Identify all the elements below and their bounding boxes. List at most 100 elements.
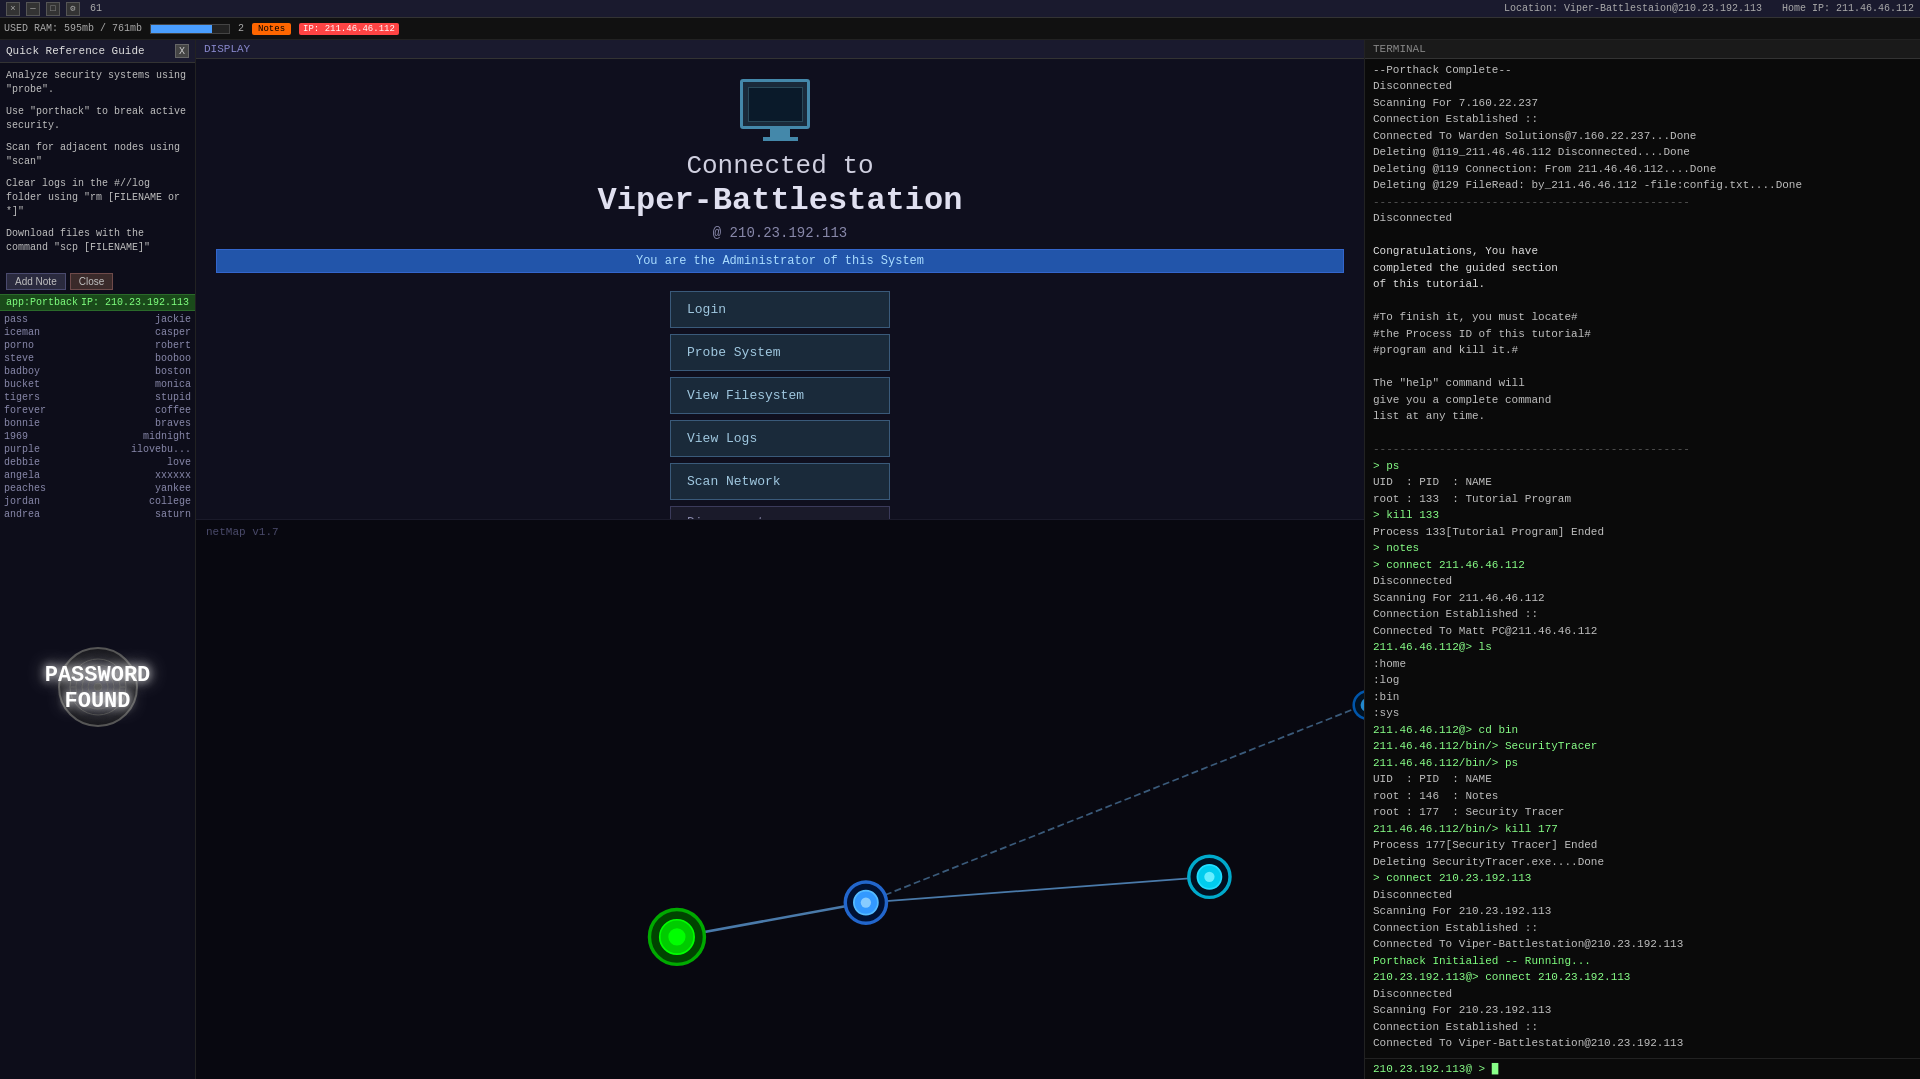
notes-badge[interactable]: Notes (252, 23, 291, 35)
admin-banner: You are the Administrator of this System (216, 249, 1344, 273)
term-line: Deleting SecurityTracer.exe....Done (1373, 854, 1912, 871)
term-line: Scanning For 7.160.22.237 (1373, 95, 1912, 112)
term-line: UID : PID : NAME (1373, 771, 1912, 788)
term-line: > connect 211.46.46.112 (1373, 557, 1912, 574)
terminal-prompt: 210.23.192.113@ > █ (1373, 1063, 1498, 1075)
terminal-header: TERMINAL (1365, 40, 1920, 59)
term-line: :home (1373, 656, 1912, 673)
tip-1: Analyze security systems using "probe". (6, 69, 189, 97)
term-line: > connect 210.23.192.113 (1373, 870, 1912, 887)
password-row: peachesyankee (4, 482, 191, 495)
tip-4: Clear logs in the #//log folder using "r… (6, 177, 189, 219)
password-row: angelaxxxxxx (4, 469, 191, 482)
password-row: stevebooboo (4, 352, 191, 365)
left-panel: Quick Reference Guide X Analyze security… (0, 40, 196, 1079)
tip-5: Download files with the command "scp [FI… (6, 227, 189, 255)
svg-point-4 (94, 683, 102, 691)
terminal-input-row: 210.23.192.113@ > █ (1365, 1058, 1920, 1079)
tip-2: Use "porthack" to break active security. (6, 105, 189, 133)
view-filesystem-btn[interactable]: View Filesystem (670, 377, 890, 414)
term-line: #program and kill it.# (1373, 342, 1912, 359)
rambar: USED RAM: 595mb / 761mb 2 Notes IP: 211.… (0, 18, 1920, 40)
term-line: root : 146 : Notes (1373, 788, 1912, 805)
login-btn[interactable]: Login (670, 291, 890, 328)
password-row: 1969midnight (4, 430, 191, 443)
connected-ip: @ 210.23.192.113 (713, 225, 847, 241)
term-line: Connected To Viper-Battlestation@210.23.… (1373, 936, 1912, 953)
term-line: Disconnected (1373, 986, 1912, 1003)
term-line: Congratulations, You have (1373, 243, 1912, 260)
term-line: root : 133 : Tutorial Program (1373, 491, 1912, 508)
terminal-output[interactable]: Note: the wildcard "*" indicates 'All'. … (1365, 59, 1920, 1058)
main-layout: Quick Reference Guide X Analyze security… (0, 40, 1920, 1079)
fingerprint-icon (58, 647, 138, 727)
term-line: UID : PID : NAME (1373, 474, 1912, 491)
ip-badge: IP: 211.46.46.112 (299, 23, 399, 35)
close-btn[interactable]: × (6, 2, 20, 16)
term-line: > kill 133 (1373, 507, 1912, 524)
term-line: Connected To Viper-Battlestation@210.23.… (1373, 1035, 1912, 1052)
cursor: █ (1492, 1063, 1499, 1075)
scan-network-btn[interactable]: Scan Network (670, 463, 890, 500)
password-row: tigersstupid (4, 391, 191, 404)
monitor (740, 79, 810, 129)
svg-point-18 (1204, 872, 1214, 882)
maximize-btn[interactable]: □ (46, 2, 60, 16)
monitor-stand (770, 129, 790, 137)
term-line: Connection Established :: (1373, 606, 1912, 623)
quick-ref-header: Quick Reference Guide X (0, 40, 195, 63)
term-line (1373, 293, 1912, 310)
term-line: 211.46.46.112@> ls (1373, 639, 1912, 656)
computer-icon (740, 79, 820, 141)
portback-ip: IP: 210.23.192.113 (81, 297, 189, 308)
term-line: 211.46.46.112/bin/> SecurityTracer (1373, 738, 1912, 755)
add-note-btn[interactable]: Add Note (6, 273, 66, 290)
topbar-right: Location: Viper-Battlestaion@210.23.192.… (1504, 3, 1914, 14)
minimize-btn[interactable]: — (26, 2, 40, 16)
password-row: pornorobert (4, 339, 191, 352)
term-divider: ----------------------------------------… (1373, 441, 1912, 458)
term-line: Disconnected (1373, 78, 1912, 95)
action-buttons: Login Probe System View Filesystem View … (670, 291, 890, 500)
term-line: completed the guided section (1373, 260, 1912, 277)
term-divider: ----------------------------------------… (1373, 194, 1912, 211)
password-row: bonniebraves (4, 417, 191, 430)
term-line: Connection Established :: (1373, 1019, 1912, 1036)
term-line: Disconnected (1373, 210, 1912, 227)
term-line: Process 133[Tutorial Program] Ended (1373, 524, 1912, 541)
hostname-label: Viper-Battlestation (598, 182, 963, 219)
term-line (1373, 425, 1912, 442)
netmap-area: netMap v1.7 (196, 519, 1364, 1079)
term-line: give you a complete command (1373, 392, 1912, 409)
term-line: > notes (1373, 540, 1912, 557)
term-line: #To finish it, you must locate# (1373, 309, 1912, 326)
svg-point-15 (861, 897, 871, 907)
term-line: 210.23.192.113@> connect 210.23.192.113 (1373, 969, 1912, 986)
note-buttons: Add Note Close (0, 269, 195, 294)
portback-app: app:Portback (6, 297, 78, 308)
topbar-left: × — □ ⚙ 61 (6, 2, 102, 16)
svg-line-8 (866, 877, 1210, 903)
quick-ref-close-btn[interactable]: X (175, 44, 189, 58)
connected-to-label: Connected to Viper-Battlestation (598, 151, 963, 221)
term-line: Connection Established :: (1373, 920, 1912, 937)
password-row: passjackie (4, 313, 191, 326)
password-row: debbielove (4, 456, 191, 469)
close-note-btn[interactable]: Close (70, 273, 114, 290)
view-logs-btn[interactable]: View Logs (670, 420, 890, 457)
term-line: root : 177 : Security Tracer (1373, 804, 1912, 821)
term-line: Disconnected (1373, 573, 1912, 590)
settings-btn[interactable]: ⚙ (66, 2, 80, 16)
probe-system-btn[interactable]: Probe System (670, 334, 890, 371)
topbar-counter: 61 (90, 3, 102, 14)
password-row: jordancollege (4, 495, 191, 508)
password-row: bucketmonica (4, 378, 191, 391)
password-row: andreasaturn (4, 508, 191, 521)
ram-label: USED RAM: 595mb / 761mb (4, 23, 142, 34)
term-line: Connection Established :: (1373, 111, 1912, 128)
ram-count: 2 (238, 23, 244, 34)
term-line: #the Process ID of this tutorial# (1373, 326, 1912, 343)
term-line: of this tutorial. (1373, 276, 1912, 293)
term-line: > ps (1373, 458, 1912, 475)
term-line: Connected To Warden Solutions@7.160.22.2… (1373, 128, 1912, 145)
